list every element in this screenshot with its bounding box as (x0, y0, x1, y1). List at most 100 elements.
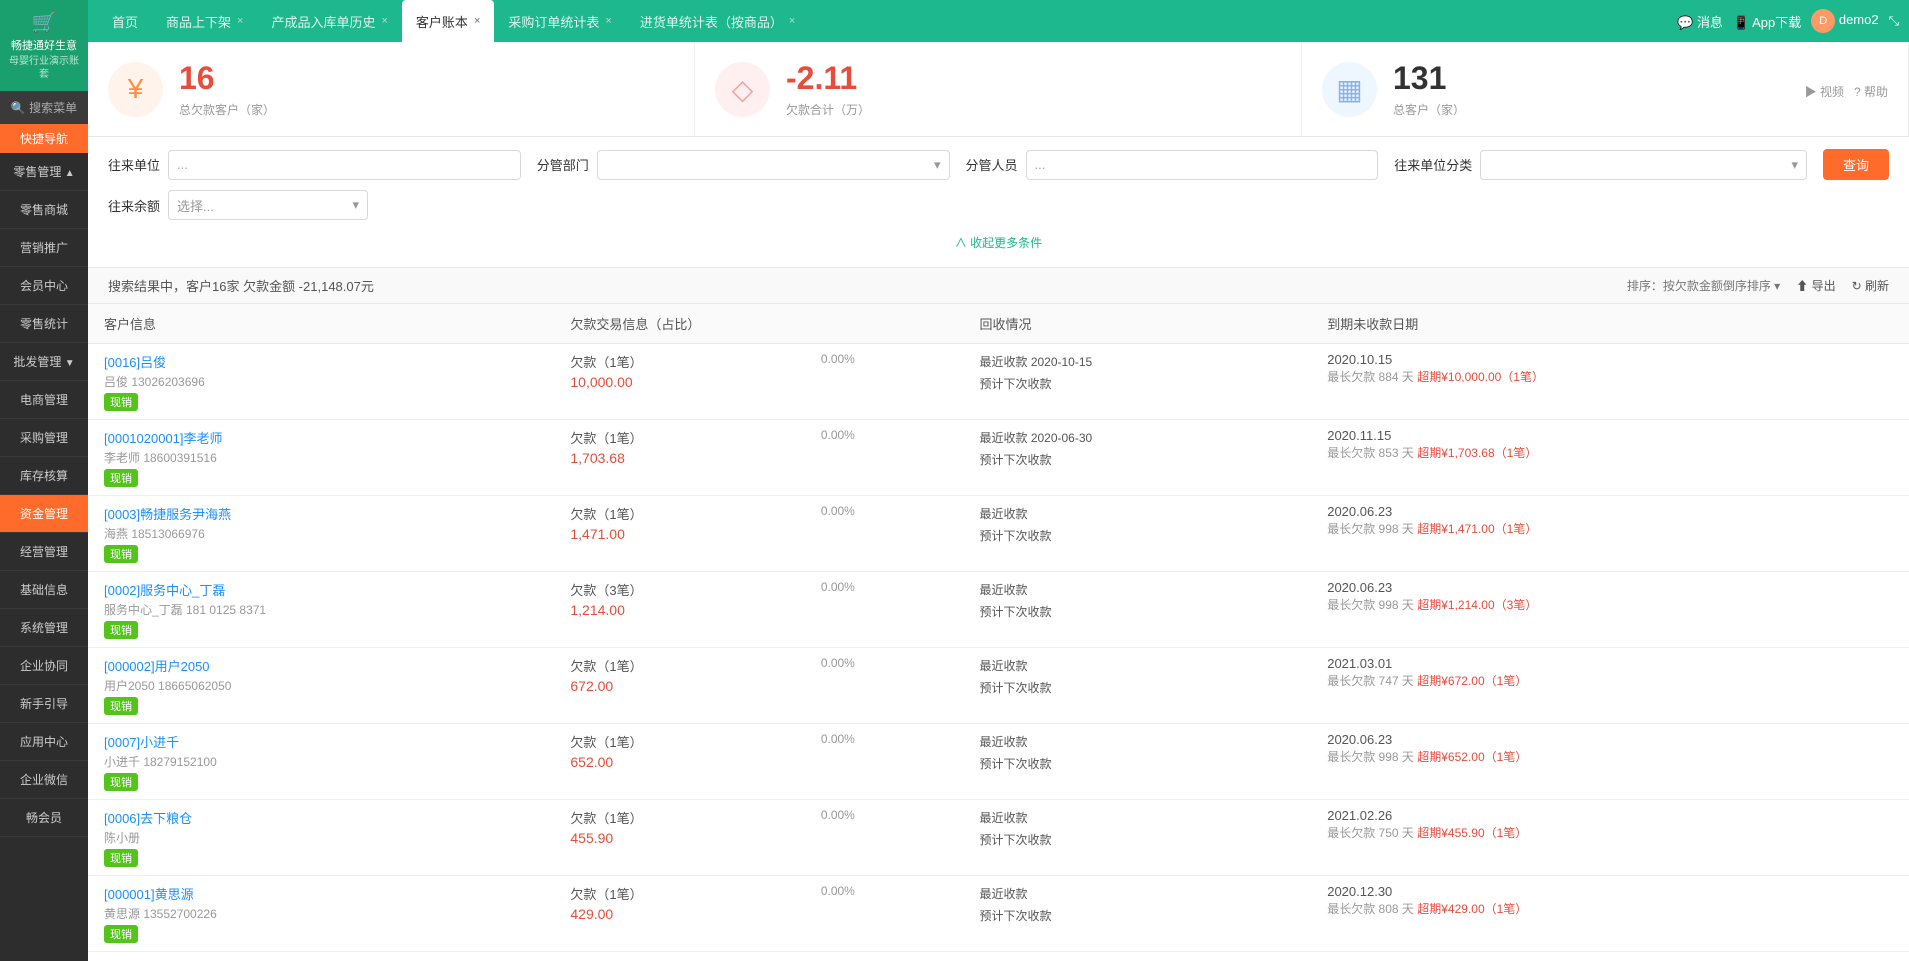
debt-amount[interactable]: 10,000.00 (570, 374, 788, 390)
debt-info-cell: 欠款（1笔） 1,703.68 (554, 420, 804, 496)
customer-name-link[interactable]: [0006]去下粮仓 (104, 808, 538, 827)
recovery-cell: 最近收款 2020-06-30 预计下次收款 (963, 420, 1311, 496)
debt-amount[interactable]: 1,214.00 (570, 602, 788, 618)
customer-name-link[interactable]: [000001]黄思源 (104, 884, 538, 903)
next-payment: 预计下次收款 (979, 754, 1295, 776)
user-avatar[interactable]: D demo2 (1811, 9, 1878, 33)
sidebar-item-member-vip[interactable]: 畅会员 (0, 799, 88, 837)
customer-name-link[interactable]: [0003]畅捷服务尹海燕 (104, 504, 538, 523)
message-btn[interactable]: 💬 消息 (1677, 12, 1723, 31)
tab-home[interactable]: 首页 (98, 0, 152, 42)
app-download-btn[interactable]: 📱 App下载 (1733, 12, 1801, 31)
video-btn[interactable]: ▶ 视频 (1805, 83, 1844, 100)
sidebar-item-wholesale[interactable]: 批发管理 ▼ (0, 343, 88, 381)
stat-value-debt-customers: 16 (179, 60, 275, 97)
debt-amount[interactable]: 429.00 (570, 906, 788, 922)
debt-ratio: 0.00% (821, 884, 948, 898)
debt-ratio: 0.00% (821, 808, 948, 822)
sidebar-item-retail-mgmt[interactable]: 零售管理 ▲ (0, 153, 88, 191)
close-icon[interactable]: × (789, 15, 795, 27)
stat-icon-total-debt: ◇ (715, 62, 770, 117)
stat-label-debt-customers: 总欠款客户（家） (179, 101, 275, 118)
overdue-link[interactable]: 超期¥455.90（1笔） (1417, 826, 1527, 840)
debt-amount[interactable]: 1,471.00 (570, 526, 788, 542)
overdue-link[interactable]: 超期¥672.00（1笔） (1417, 674, 1527, 688)
overdue-link[interactable]: 超期¥10,000.00（1笔） (1417, 370, 1544, 384)
customer-name-link[interactable]: [000002]用户2050 (104, 656, 538, 675)
sidebar-item-collab[interactable]: 企业协同 (0, 647, 88, 685)
search-button[interactable]: 查询 (1823, 149, 1889, 180)
close-icon[interactable]: × (474, 15, 480, 27)
customer-contact: 吕俊 13026203696 (104, 373, 538, 390)
overdue-link[interactable]: 超期¥1,214.00（3笔） (1417, 598, 1537, 612)
debt-amount[interactable]: 455.90 (570, 830, 788, 846)
due-date-cell: 2020.06.23 最长欠款 998 天 超期¥1,471.00（1笔） (1311, 496, 1909, 572)
recovery-cell: 最近收款 预计下次收款 (963, 648, 1311, 724)
overdue-link[interactable]: 超期¥1,471.00（1笔） (1417, 522, 1537, 536)
overdue-link[interactable]: 超期¥429.00（1笔） (1417, 902, 1527, 916)
sidebar-item-inventory[interactable]: 库存核算 (0, 457, 88, 495)
sidebar-item-retail-mall[interactable]: 零售商城 (0, 191, 88, 229)
debt-amount[interactable]: 672.00 (570, 678, 788, 694)
table-row: [0007]小进千 小进千 18279152100 现销 欠款（1笔） 652.… (88, 724, 1909, 800)
customer-name-link[interactable]: [0016]吕俊 (104, 352, 538, 371)
filter-category-label: 往来单位分类 (1394, 155, 1472, 174)
tab-production-history[interactable]: 产成品入库单历史 × (257, 0, 401, 42)
quick-nav[interactable]: 快捷导航 (0, 124, 88, 153)
customer-contact: 用户2050 18665062050 (104, 677, 538, 694)
overdue-link[interactable]: 超期¥1,703.68（1笔） (1417, 446, 1537, 460)
sidebar-item-operations[interactable]: 经营管理 (0, 533, 88, 571)
sidebar-item-member[interactable]: 会员中心 (0, 267, 88, 305)
help-btn[interactable]: ? 帮助 (1854, 83, 1888, 100)
filter-dept-label: 分管部门 (537, 155, 589, 174)
next-payment: 预计下次收款 (979, 906, 1295, 928)
filter-person-label: 分管人员 (966, 155, 1018, 174)
close-icon[interactable]: × (237, 15, 243, 27)
sidebar-item-finance[interactable]: 资金管理 (0, 495, 88, 533)
sidebar-item-marketing[interactable]: 营销推广 (0, 229, 88, 267)
refresh-btn[interactable]: ↻ 刷新 (1852, 277, 1889, 294)
filter-vendor-input[interactable]: ... (168, 150, 521, 180)
sidebar-item-retail-stats[interactable]: 零售统计 (0, 305, 88, 343)
customer-name-link[interactable]: [0002]服务中心_丁磊 (104, 580, 538, 599)
close-icon[interactable]: × (605, 15, 611, 27)
sidebar-item-guide[interactable]: 新手引导 (0, 685, 88, 723)
debt-amount[interactable]: 652.00 (570, 754, 788, 770)
due-date: 2020.12.30 (1327, 884, 1893, 899)
recovery-cell: 最近收款 预计下次收款 (963, 876, 1311, 952)
tab-customer-ledger[interactable]: 客户账本 × (402, 0, 494, 42)
search-menu[interactable]: 🔍 搜索菜单 (0, 91, 88, 124)
close-icon[interactable]: × (381, 15, 387, 27)
tab-purchase-stats[interactable]: 采购订单统计表 × (494, 0, 625, 42)
sidebar-item-wechat[interactable]: 企业微信 (0, 761, 88, 799)
sub-text: 母婴行业演示账套 (5, 55, 83, 81)
filter-dept-select[interactable]: ▾ (597, 150, 950, 180)
customer-info-cell: [0016]吕俊 吕俊 13026203696 现销 (88, 344, 554, 420)
export-btn[interactable]: ⬆ 导出 (1796, 277, 1835, 294)
filter-balance-select[interactable]: 选择... ▾ (168, 190, 368, 220)
filter-category-select[interactable]: ▾ (1480, 150, 1807, 180)
filter-balance: 往来余额 选择... ▾ (108, 190, 368, 220)
collapse-filter-btn[interactable]: ∧ 收起更多条件 (108, 230, 1889, 255)
customer-name-link[interactable]: [0007]小进千 (104, 732, 538, 751)
sidebar-item-ecommerce[interactable]: 电商管理 (0, 381, 88, 419)
table-row: [0006]去下粮仓 陈小册 现销 欠款（1笔） 455.90 0.00% 最近… (88, 800, 1909, 876)
maximize-icon[interactable]: ⤡ (1889, 13, 1899, 29)
sidebar-item-apps[interactable]: 应用中心 (0, 723, 88, 761)
latest-payment: 最近收款 (979, 808, 1295, 830)
due-date-cell: 2021.03.01 最长欠款 747 天 超期¥672.00（1笔） (1311, 648, 1909, 724)
sidebar-item-basic-info[interactable]: 基础信息 (0, 571, 88, 609)
customer-name-link[interactable]: [0001020001]李老师 (104, 428, 538, 447)
sidebar-item-system[interactable]: 系统管理 (0, 609, 88, 647)
debt-ratio: 0.00% (821, 352, 948, 366)
sidebar-item-purchase[interactable]: 采购管理 (0, 419, 88, 457)
debt-amount[interactable]: 1,703.68 (570, 450, 788, 466)
debt-ratio: 0.00% (821, 504, 948, 518)
customer-table: 客户信息 欠款交易信息（占比） 回收情况 到期未收款日期 [0016]吕俊 吕俊… (88, 304, 1909, 961)
filter-person-input[interactable]: ... (1026, 150, 1379, 180)
debt-info-cell: 欠款（3笔） 1,214.00 (554, 572, 804, 648)
sort-label[interactable]: 排序：按欠款金额倒序排序 ▾ (1627, 277, 1780, 294)
tab-product-listing[interactable]: 商品上下架 × (152, 0, 257, 42)
overdue-link[interactable]: 超期¥652.00（1笔） (1417, 750, 1527, 764)
tab-purchase-by-product[interactable]: 进货单统计表（按商品） × (626, 0, 809, 42)
